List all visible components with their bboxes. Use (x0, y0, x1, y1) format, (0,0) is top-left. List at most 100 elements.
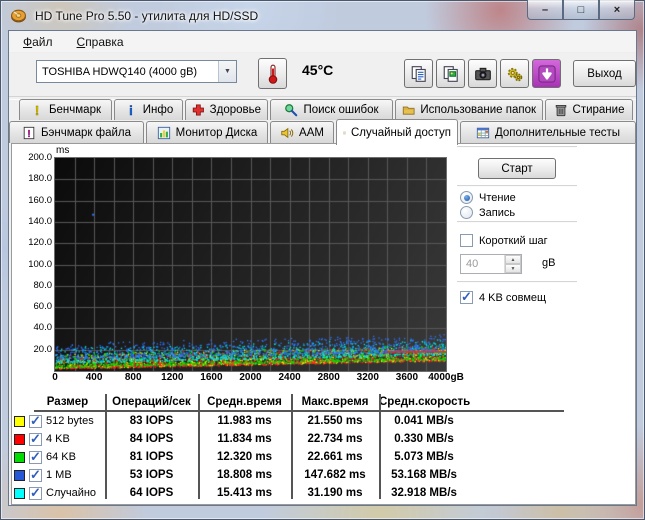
series-visible-checkbox[interactable] (29, 431, 42, 447)
x-axis-tick-label: 1600 (200, 372, 223, 383)
series-color-swatch (14, 487, 25, 499)
menu-item-1[interactable]: Справка (67, 33, 134, 51)
series-label: Случайно (46, 487, 97, 499)
tab-label: Дополнительные тесты (494, 126, 621, 139)
temperature-button[interactable] (258, 58, 287, 89)
combine-4kb-row[interactable]: 4 KB совмещ (460, 289, 546, 305)
stepper-up-button[interactable]: ▲ (505, 255, 521, 264)
tab-benchmark-exclamation[interactable]: ! Бенчмарк (19, 99, 112, 120)
series-visible-checkbox[interactable] (29, 467, 42, 483)
series-label: 512 bytes (46, 415, 94, 427)
write-radio[interactable] (460, 206, 473, 219)
svg-text:i: i (129, 103, 133, 117)
y-axis-tick-label: 20.0 (33, 343, 53, 355)
file-benchmark-icon: ! (22, 126, 36, 140)
y-axis-unit: ms (56, 145, 70, 156)
y-axis-tick-label: 60.0 (33, 301, 53, 313)
maximize-button[interactable]: □ (563, 0, 599, 20)
chevron-down-icon[interactable]: ▼ (218, 61, 236, 82)
table-cell: 22.661 ms (307, 451, 363, 463)
search-icon (284, 103, 298, 117)
table-cell: 18.808 ms (217, 469, 272, 481)
x-axis-tick-label: 1200 (161, 372, 184, 383)
table-cell: 81 IOPS (129, 451, 174, 463)
save-button[interactable] (532, 59, 561, 88)
close-button[interactable]: × (599, 0, 635, 20)
read-radio[interactable] (460, 191, 473, 204)
menu-item-0[interactable]: Файл (13, 33, 63, 51)
x-axis-tick-label: 4000gB (428, 372, 464, 383)
tab-health-cross[interactable]: Здоровье (185, 99, 268, 120)
copy-text-button[interactable] (404, 59, 433, 88)
x-axis-tick-label: 0 (52, 372, 58, 383)
stride-size-stepper[interactable]: 40 ▲ ▼ (460, 254, 522, 274)
short-stride-checkbox[interactable] (460, 234, 473, 247)
series-color-swatch (14, 415, 25, 427)
start-button[interactable]: Старт (478, 158, 556, 179)
drive-select[interactable]: TOSHIBA HDWQ140 (4000 gB) ▼ (36, 60, 237, 83)
short-stride-row[interactable]: Короткий шаг (460, 234, 548, 247)
exit-button[interactable]: Выход (573, 60, 636, 87)
benchmark-exclamation-icon: ! (30, 103, 44, 117)
start-button-label: Старт (501, 162, 533, 175)
x-axis-tick-label: 2800 (317, 372, 340, 383)
table-header: Средн.скорость (379, 396, 471, 408)
disk-monitor-icon (157, 126, 171, 140)
copy-image-icon (442, 65, 460, 83)
app-disk-icon (10, 7, 27, 24)
tab-random-access[interactable]: Случайный доступ (336, 119, 458, 145)
camera-icon (474, 65, 492, 83)
write-radio-row[interactable]: Запись (460, 206, 515, 219)
table-cell: 0.330 MB/s (394, 433, 454, 445)
y-axis-tick-label: 100.0 (28, 258, 52, 270)
tab-label: Монитор Диска (175, 126, 258, 139)
series-visible-checkbox[interactable] (29, 485, 42, 501)
short-stride-label: Короткий шаг (479, 234, 548, 247)
exit-button-label: Выход (587, 67, 622, 80)
tab-folder[interactable]: Использование папок (395, 99, 543, 120)
table-cell: 15.413 ms (217, 487, 272, 499)
tab-file-benchmark[interactable]: ! Бэнчмарк файла (9, 121, 144, 143)
tab-label: ААМ (299, 126, 324, 139)
y-axis-tick-label: 160.0 (28, 194, 52, 206)
table-header: Операций/сек (112, 396, 191, 408)
copy-image-button[interactable] (436, 59, 465, 88)
info-icon: i (124, 103, 138, 117)
health-cross-icon (192, 103, 205, 117)
tab-disk-monitor[interactable]: Монитор Диска (146, 121, 268, 143)
table-cell: 11.983 ms (217, 415, 272, 427)
stride-size-value[interactable]: 40 (461, 255, 504, 273)
tab-search[interactable]: Поиск ошибок (270, 99, 393, 120)
download-arrow-icon (537, 64, 556, 83)
tab-label: Использование папок (420, 104, 536, 116)
combine-4kb-checkbox[interactable] (460, 289, 473, 305)
window-controls: – □ × (527, 0, 635, 20)
tab-trash[interactable]: Стирание (545, 99, 633, 120)
group-separator (457, 221, 577, 223)
options-button[interactable] (500, 59, 529, 88)
tab-extra-tests[interactable]: Дополнительные тесты (460, 121, 636, 143)
tab-info[interactable]: i Инфо (114, 99, 183, 120)
tab-speaker[interactable]: ААМ (270, 121, 334, 143)
screenshot-button[interactable] (468, 59, 497, 88)
series-visible-checkbox[interactable] (29, 449, 42, 465)
series-visible-checkbox[interactable] (29, 413, 42, 429)
tab-label: Стирание (572, 104, 625, 116)
tab-label: Случайный доступ (350, 126, 451, 139)
read-radio-row[interactable]: Чтение (460, 191, 516, 204)
write-radio-label: Запись (479, 206, 516, 219)
results-table: Размер Операций/сек Средн.время Макс.время С… (12, 394, 572, 502)
x-axis-tick-label: 2400 (278, 372, 301, 383)
series-label: 1 MB (46, 469, 72, 481)
group-separator (457, 185, 577, 187)
speaker-icon (280, 126, 294, 140)
minimize-button[interactable]: – (527, 0, 563, 20)
gears-icon (506, 65, 524, 83)
client-area: Файл Справка TOSHIBA HDWQ140 (4000 gB) ▼ … (8, 30, 637, 506)
random-access-page: ms 200.0 180.0 160.0 140.0 120.0 100.0 80.0 60.… (11, 143, 636, 505)
table-cell: 84 IOPS (129, 433, 174, 445)
stepper-down-button[interactable]: ▼ (505, 264, 521, 273)
series-label: 64 KB (46, 451, 76, 463)
table-cell: 5.073 MB/s (394, 451, 454, 463)
x-axis-tick-label: 800 (124, 372, 142, 383)
